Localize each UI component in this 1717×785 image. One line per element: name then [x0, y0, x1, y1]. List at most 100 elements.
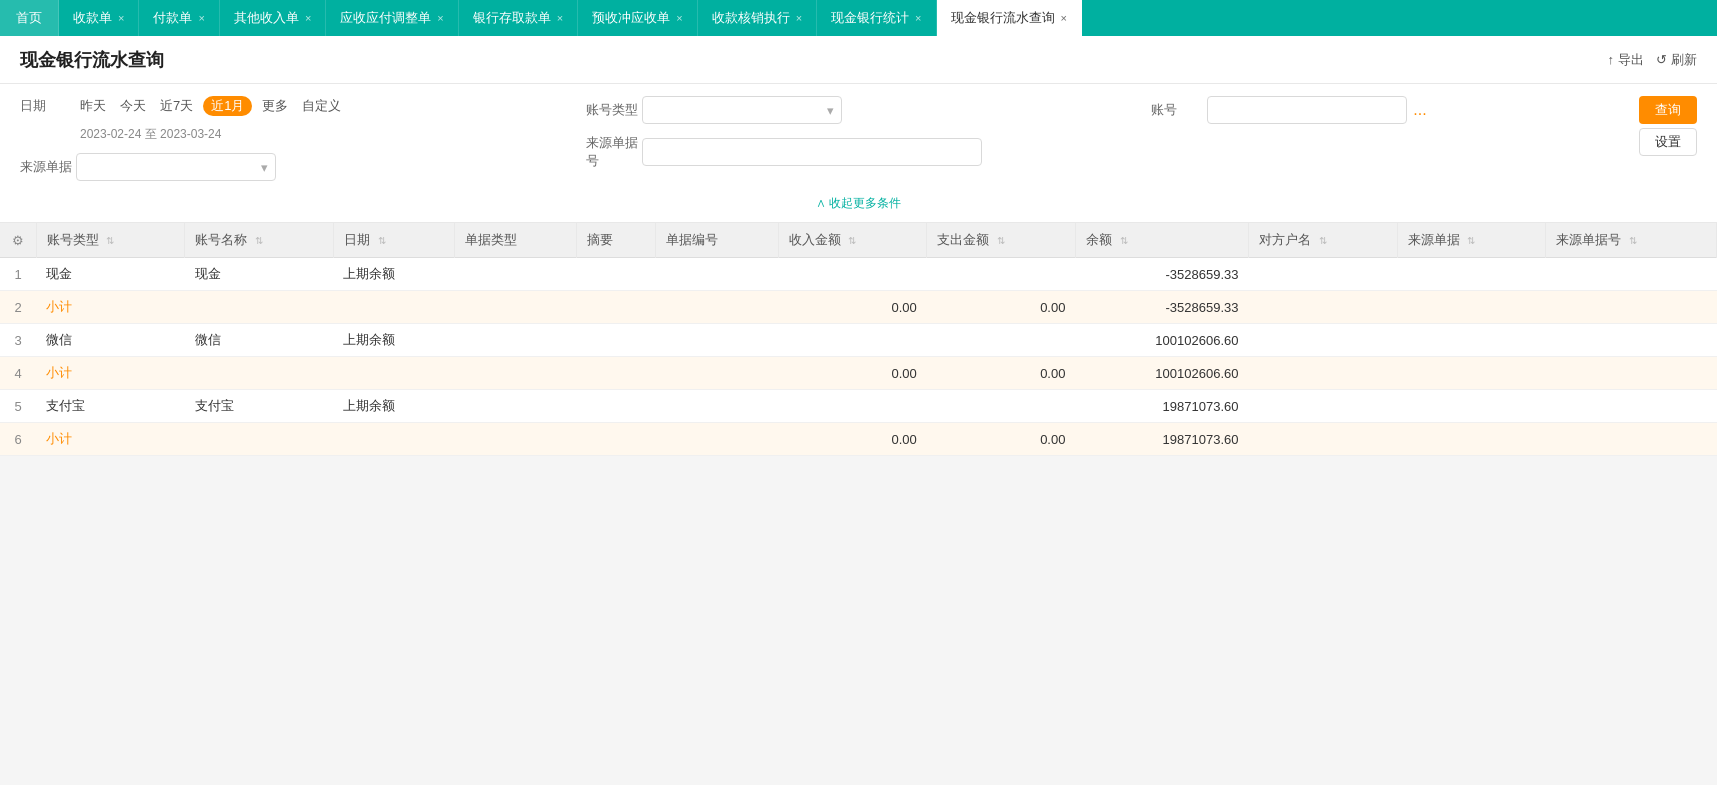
th-income[interactable]: 收入金额 ⇅: [778, 223, 927, 258]
source-doc-no-label: 来源单据号: [586, 134, 642, 170]
th-account-name[interactable]: 账号名称 ⇅: [185, 223, 334, 258]
source-doc-no-input[interactable]: [642, 138, 982, 166]
row-account-name: 现金: [185, 258, 334, 291]
row-date: 上期余额: [333, 324, 454, 357]
shortcut-today[interactable]: 今天: [116, 96, 150, 116]
account-label: 账号: [1151, 101, 1207, 119]
row-doc-type: [454, 423, 576, 456]
th-summary: 摘要: [577, 223, 656, 258]
source-doc-select[interactable]: [76, 153, 276, 181]
source-doc-no-row: 来源单据号: [586, 134, 1132, 170]
row-source-doc-no: [1546, 291, 1717, 324]
row-summary: [577, 357, 656, 390]
row-source-doc: [1397, 357, 1546, 390]
action-buttons: 查询 设置: [1639, 96, 1697, 156]
row-account-type: 小计: [36, 423, 185, 456]
query-button[interactable]: 查询: [1639, 96, 1697, 124]
close-receipt-icon[interactable]: ×: [118, 12, 124, 24]
row-counterpart: [1249, 291, 1398, 324]
top-nav: 首页 收款单 × 付款单 × 其他收入单 × 应收应付调整单 × 银行存取款单 …: [0, 0, 1717, 36]
row-doc-no: [656, 390, 778, 423]
nav-home[interactable]: 首页: [0, 0, 59, 36]
nav-receipt[interactable]: 收款单 ×: [59, 0, 139, 36]
nav-cash-stat[interactable]: 现金银行统计 ×: [817, 0, 936, 36]
row-account-type: 微信: [36, 324, 185, 357]
th-doc-type: 单据类型: [454, 223, 576, 258]
row-balance: -3528659.33: [1075, 291, 1248, 324]
th-source-doc-no[interactable]: 来源单据号 ⇅: [1546, 223, 1717, 258]
row-counterpart: [1249, 423, 1398, 456]
row-account-name: 微信: [185, 324, 334, 357]
filter-area: 日期 昨天 今天 近7天 近1月 更多 自定义 2023-02-24 至 202…: [0, 84, 1717, 223]
nav-writeoff[interactable]: 收款核销执行 ×: [698, 0, 817, 36]
row-expense: 0.00: [927, 357, 1076, 390]
row-source-doc: [1397, 258, 1546, 291]
shortcut-1month[interactable]: 近1月: [203, 96, 252, 116]
table-container: ⚙ 账号类型 ⇅ 账号名称 ⇅ 日期 ⇅ 单据类型 摘要: [0, 223, 1717, 456]
source-doc-row: 来源单据: [20, 153, 566, 181]
collapse-bar[interactable]: ∧ 收起更多条件: [20, 191, 1697, 214]
row-doc-type: [454, 357, 576, 390]
row-doc-type: [454, 291, 576, 324]
row-account-name: [185, 423, 334, 456]
row-doc-no: [656, 324, 778, 357]
nav-payment[interactable]: 付款单 ×: [139, 0, 219, 36]
row-doc-type: [454, 390, 576, 423]
row-account-name: [185, 291, 334, 324]
row-expense: 0.00: [927, 291, 1076, 324]
row-income: [778, 258, 927, 291]
th-gear[interactable]: ⚙: [0, 223, 36, 258]
date-filter-row: 日期 昨天 今天 近7天 近1月 更多 自定义: [20, 96, 566, 116]
export-button[interactable]: ↑ 导出: [1608, 51, 1645, 69]
nav-cash-flow[interactable]: 现金银行流水查询 ×: [937, 0, 1082, 36]
row-counterpart: [1249, 357, 1398, 390]
row-expense: [927, 324, 1076, 357]
sort-account-name-icon: ⇅: [255, 235, 263, 246]
close-payment-icon[interactable]: ×: [198, 12, 204, 24]
row-doc-type: [454, 324, 576, 357]
close-prepay-icon[interactable]: ×: [676, 12, 682, 24]
close-ar-ap-icon[interactable]: ×: [437, 12, 443, 24]
table-row: 5支付宝支付宝上期余额19871073.60: [0, 390, 1717, 423]
row-income: 0.00: [778, 423, 927, 456]
refresh-button[interactable]: ↺ 刷新: [1656, 51, 1697, 69]
nav-bank-deposit[interactable]: 银行存取款单 ×: [459, 0, 578, 36]
nav-prepay[interactable]: 预收冲应收单 ×: [578, 0, 697, 36]
sort-balance-icon: ⇅: [1120, 235, 1128, 246]
row-balance: 19871073.60: [1075, 390, 1248, 423]
shortcut-7days[interactable]: 近7天: [156, 96, 197, 116]
row-index: 2: [0, 291, 36, 324]
table-row: 4小计0.000.00100102606.60: [0, 357, 1717, 390]
row-doc-no: [656, 258, 778, 291]
th-counterpart[interactable]: 对方户名 ⇅: [1249, 223, 1398, 258]
th-expense[interactable]: 支出金额 ⇅: [927, 223, 1076, 258]
nav-ar-ap-adjust[interactable]: 应收应付调整单 ×: [326, 0, 458, 36]
close-bank-deposit-icon[interactable]: ×: [557, 12, 563, 24]
shortcut-custom[interactable]: 自定义: [298, 96, 345, 116]
close-cash-stat-icon[interactable]: ×: [915, 12, 921, 24]
account-type-select[interactable]: [642, 96, 842, 124]
account-input[interactable]: [1207, 96, 1407, 124]
account-row: 账号 ...: [1151, 96, 1623, 124]
account-more-button[interactable]: ...: [1413, 101, 1426, 119]
nav-other-income[interactable]: 其他收入单 ×: [220, 0, 326, 36]
shortcut-yesterday[interactable]: 昨天: [76, 96, 110, 116]
th-account-type[interactable]: 账号类型 ⇅: [36, 223, 185, 258]
th-date[interactable]: 日期 ⇅: [333, 223, 454, 258]
close-cash-flow-icon[interactable]: ×: [1061, 12, 1067, 24]
export-icon: ↑: [1608, 52, 1615, 67]
close-other-income-icon[interactable]: ×: [305, 12, 311, 24]
row-balance: -3528659.33: [1075, 258, 1248, 291]
row-index: 6: [0, 423, 36, 456]
th-balance[interactable]: 余额 ⇅: [1075, 223, 1248, 258]
row-expense: [927, 390, 1076, 423]
shortcut-more[interactable]: 更多: [258, 96, 292, 116]
th-source-doc[interactable]: 来源单据 ⇅: [1397, 223, 1546, 258]
settings-button[interactable]: 设置: [1639, 128, 1697, 156]
close-writeoff-icon[interactable]: ×: [796, 12, 802, 24]
row-account-name: [185, 357, 334, 390]
row-expense: [927, 258, 1076, 291]
account-type-label: 账号类型: [586, 101, 642, 119]
row-index: 4: [0, 357, 36, 390]
row-balance: 100102606.60: [1075, 357, 1248, 390]
